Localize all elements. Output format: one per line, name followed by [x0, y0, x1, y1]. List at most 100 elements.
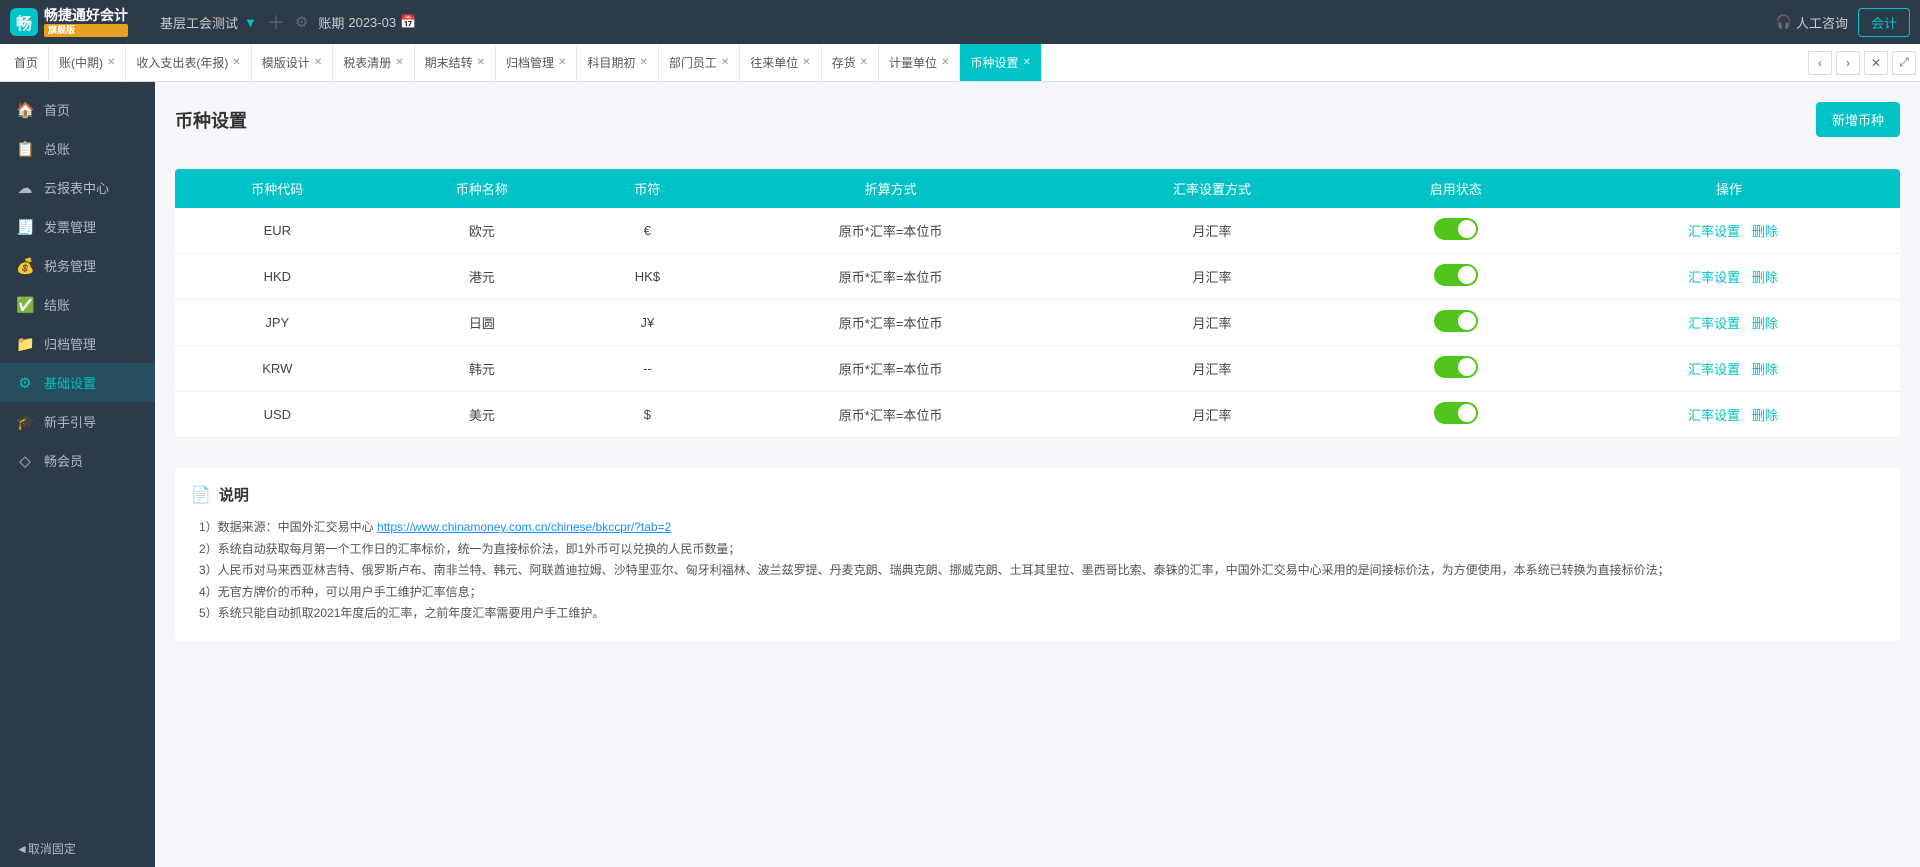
- tab-department[interactable]: 部门员工 ✕: [659, 44, 740, 82]
- sidebar-item-guide[interactable]: 🎓 新手引导: [0, 402, 155, 441]
- tab-income-close[interactable]: ✕: [232, 57, 240, 68]
- tab-home-label: 首页: [14, 54, 38, 71]
- rate-setting-btn-2[interactable]: 汇率设置: [1688, 316, 1740, 331]
- notes-list: 1）数据来源：中国外汇交易中心 https://www.chinamoney.c…: [191, 517, 1884, 625]
- app-name: 畅捷通好会计: [44, 7, 128, 24]
- app-edition: 旗舰版: [44, 24, 128, 37]
- sidebar-item-ledger[interactable]: 📋 总账: [0, 129, 155, 168]
- cell-status-3: [1353, 346, 1558, 392]
- col-rate-type: 汇率设置方式: [1071, 169, 1354, 208]
- home-icon: 🏠: [16, 101, 34, 119]
- tab-prev-btn[interactable]: ‹: [1808, 51, 1832, 75]
- sidebar-item-settings[interactable]: ⚙ 基础设置: [0, 363, 155, 402]
- tab-template-label: 模版设计: [262, 54, 310, 71]
- rate-setting-btn-0[interactable]: 汇率设置: [1688, 224, 1740, 239]
- tab-unit[interactable]: 计量单位 ✕: [879, 44, 960, 82]
- delete-btn-2[interactable]: 删除: [1752, 316, 1778, 331]
- toggle-2[interactable]: [1434, 310, 1478, 332]
- sidebar-item-settlement[interactable]: ✅ 结账: [0, 285, 155, 324]
- note-item-3: 4）无官方牌价的币种，可以用户手工维护汇率信息；: [191, 582, 1884, 604]
- calendar-icon[interactable]: 📅: [400, 14, 416, 30]
- guide-icon: 🎓: [16, 413, 34, 431]
- delete-btn-3[interactable]: 删除: [1752, 362, 1778, 377]
- tab-period-end-close[interactable]: ✕: [477, 57, 485, 68]
- col-name: 币种名称: [380, 169, 585, 208]
- tab-subject-init-close[interactable]: ✕: [639, 57, 647, 68]
- cell-rate-type-4: 月汇率: [1071, 392, 1354, 438]
- tab-inventory-close[interactable]: ✕: [860, 57, 868, 68]
- cell-rate-type-1: 月汇率: [1071, 254, 1354, 300]
- rate-setting-btn-1[interactable]: 汇率设置: [1688, 270, 1740, 285]
- tab-department-label: 部门员工: [669, 54, 717, 71]
- col-symbol: 币符: [584, 169, 710, 208]
- cell-status-4: [1353, 392, 1558, 438]
- notes-link[interactable]: https://www.chinamoney.com.cn/chinese/bk…: [377, 520, 671, 534]
- sidebar-item-invoice-label: 发票管理: [44, 217, 96, 236]
- tab-income[interactable]: 收入支出表(年报) ✕: [126, 44, 251, 82]
- toggle-0[interactable]: [1434, 218, 1478, 240]
- workspace-selector[interactable]: 基层工会测试 ▼: [160, 13, 257, 32]
- collapse-label: ◄取消固定: [16, 840, 76, 857]
- tab-tax-schedule[interactable]: 税表清册 ✕: [333, 44, 414, 82]
- tab-template-close[interactable]: ✕: [314, 57, 322, 68]
- sidebar-item-home[interactable]: 🏠 首页: [0, 90, 155, 129]
- tab-home[interactable]: 首页: [4, 44, 49, 82]
- toggle-3[interactable]: [1434, 356, 1478, 378]
- sidebar-item-member[interactable]: ◇ 畅会员: [0, 441, 155, 480]
- tab-expand-btn[interactable]: ⤢: [1892, 51, 1916, 75]
- delete-btn-0[interactable]: 删除: [1752, 224, 1778, 239]
- tab-department-close[interactable]: ✕: [721, 57, 729, 68]
- tab-inventory-label: 存货: [832, 54, 856, 71]
- tab-inventory[interactable]: 存货 ✕: [822, 44, 879, 82]
- workspace-dropdown-icon[interactable]: ▼: [244, 15, 257, 30]
- tab-archive[interactable]: 归档管理 ✕: [496, 44, 577, 82]
- rate-setting-btn-4[interactable]: 汇率设置: [1688, 408, 1740, 423]
- add-workspace-btn[interactable]: ＋: [267, 9, 285, 35]
- tab-tax-schedule-close[interactable]: ✕: [395, 57, 403, 68]
- cloud-icon: ☁: [16, 179, 34, 197]
- cell-actions-2: 汇率设置 删除: [1558, 300, 1900, 346]
- tab-subject-init[interactable]: 科目期初 ✕: [577, 44, 658, 82]
- sidebar-item-tax[interactable]: 💰 税务管理: [0, 246, 155, 285]
- tab-period-end[interactable]: 期末结转 ✕: [415, 44, 496, 82]
- cell-symbol-3: --: [584, 346, 710, 392]
- cell-name-2: 日圆: [380, 300, 585, 346]
- tab-zhangqi[interactable]: 账(中期) ✕: [49, 44, 126, 82]
- content-area: 币种设置 新增币种 币种代码 币种名称 币符 折算方式 汇率设置方式 启用状态 …: [155, 82, 1920, 867]
- sidebar-item-archive[interactable]: 📁 归档管理: [0, 324, 155, 363]
- sidebar-item-settlement-label: 结账: [44, 295, 70, 314]
- workspace-settings-btn[interactable]: ⚙: [295, 13, 308, 31]
- sidebar-item-reports-label: 云报表中心: [44, 178, 109, 197]
- tab-contacts[interactable]: 往来单位 ✕: [740, 44, 821, 82]
- toggle-4[interactable]: [1434, 402, 1478, 424]
- tab-contacts-close[interactable]: ✕: [802, 57, 810, 68]
- cell-symbol-4: $: [584, 392, 710, 438]
- new-currency-btn[interactable]: 新增币种: [1816, 102, 1900, 137]
- tab-currency-close[interactable]: ✕: [1022, 57, 1030, 68]
- delete-btn-1[interactable]: 删除: [1752, 270, 1778, 285]
- tab-archive-close[interactable]: ✕: [558, 57, 566, 68]
- note-item-1: 2）系统自动获取每月第一个工作日的汇率标价，统一为直接标价法，即1外币可以兑换的…: [191, 539, 1884, 561]
- tab-unit-close[interactable]: ✕: [941, 57, 949, 68]
- toggle-1[interactable]: [1434, 264, 1478, 286]
- sidebar-item-reports[interactable]: ☁ 云报表中心: [0, 168, 155, 207]
- user-service-btn[interactable]: 🎧 人工咨询: [1776, 13, 1848, 32]
- tab-close-all-btn[interactable]: ✕: [1864, 51, 1888, 75]
- rate-setting-btn-3[interactable]: 汇率设置: [1688, 362, 1740, 377]
- settings-icon: ⚙: [16, 374, 34, 392]
- account-type-btn[interactable]: 会计: [1858, 8, 1910, 37]
- delete-btn-4[interactable]: 删除: [1752, 408, 1778, 423]
- table-body: EUR 欧元 € 原币*汇率=本位币 月汇率 汇率设置 删除 HKD 港元 HK…: [175, 208, 1900, 438]
- tab-zhangqi-close[interactable]: ✕: [107, 57, 115, 68]
- cell-status-1: [1353, 254, 1558, 300]
- cell-actions-1: 汇率设置 删除: [1558, 254, 1900, 300]
- tab-template[interactable]: 模版设计 ✕: [252, 44, 333, 82]
- tab-currency-label: 币种设置: [970, 54, 1018, 71]
- sidebar-footer-collapse[interactable]: ◄取消固定: [0, 830, 155, 867]
- sidebar-item-invoice[interactable]: 🧾 发票管理: [0, 207, 155, 246]
- tab-next-btn[interactable]: ›: [1836, 51, 1860, 75]
- tax-icon: 💰: [16, 257, 34, 275]
- tab-currency[interactable]: 币种设置 ✕: [960, 44, 1041, 82]
- cell-rate-type-0: 月汇率: [1071, 208, 1354, 254]
- sidebar-item-archive-label: 归档管理: [44, 334, 96, 353]
